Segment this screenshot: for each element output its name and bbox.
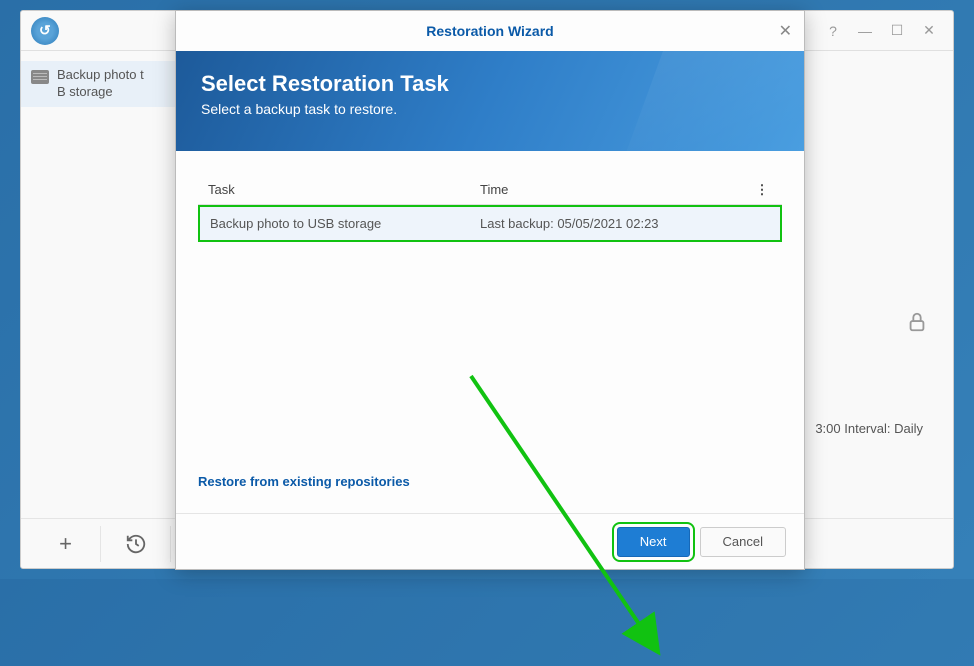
history-button[interactable] [101,526,171,562]
schedule-text: 3:00 Interval: Daily [815,421,923,436]
cancel-button[interactable]: Cancel [700,527,786,557]
restoration-wizard-dialog: Restoration Wizard ✕ Select Restoration … [175,10,805,570]
storage-icon [31,70,49,84]
banner-heading: Select Restoration Task [201,71,779,97]
help-button[interactable]: ? [819,17,847,45]
sidebar-item-task[interactable]: Backup photo tB storage [21,61,195,107]
modal-titlebar: Restoration Wizard ✕ [176,11,804,51]
banner-subtext: Select a backup task to restore. [201,101,779,117]
task-row[interactable]: Backup photo to USB storage Last backup:… [198,205,782,242]
table-header: Task Time ⋮ [198,176,782,205]
modal-banner: Select Restoration Task Select a backup … [176,51,804,151]
close-button[interactable]: ✕ [915,17,943,45]
table-menu-button[interactable]: ⋮ [752,182,772,198]
modal-close-button[interactable]: ✕ [779,21,792,41]
modal-content: Task Time ⋮ Backup photo to USB storage … [176,151,804,513]
time-cell: Last backup: 05/05/2021 02:23 [480,216,750,231]
lock-icon[interactable] [906,311,928,339]
sidebar: Backup photo tB storage [21,51,196,518]
add-button[interactable]: + [31,526,101,562]
sidebar-item-label: Backup photo tB storage [57,67,144,101]
modal-footer: Next Cancel [176,513,804,569]
minimize-button[interactable]: — [851,17,879,45]
col-header-time[interactable]: Time [480,182,752,198]
modal-title: Restoration Wizard [426,23,553,39]
col-header-task[interactable]: Task [208,182,480,198]
task-cell: Backup photo to USB storage [210,216,480,231]
maximize-button[interactable]: ☐ [883,17,911,45]
next-button[interactable]: Next [617,527,690,557]
restore-repositories-link[interactable]: Restore from existing repositories [198,468,782,503]
app-icon [31,17,59,45]
